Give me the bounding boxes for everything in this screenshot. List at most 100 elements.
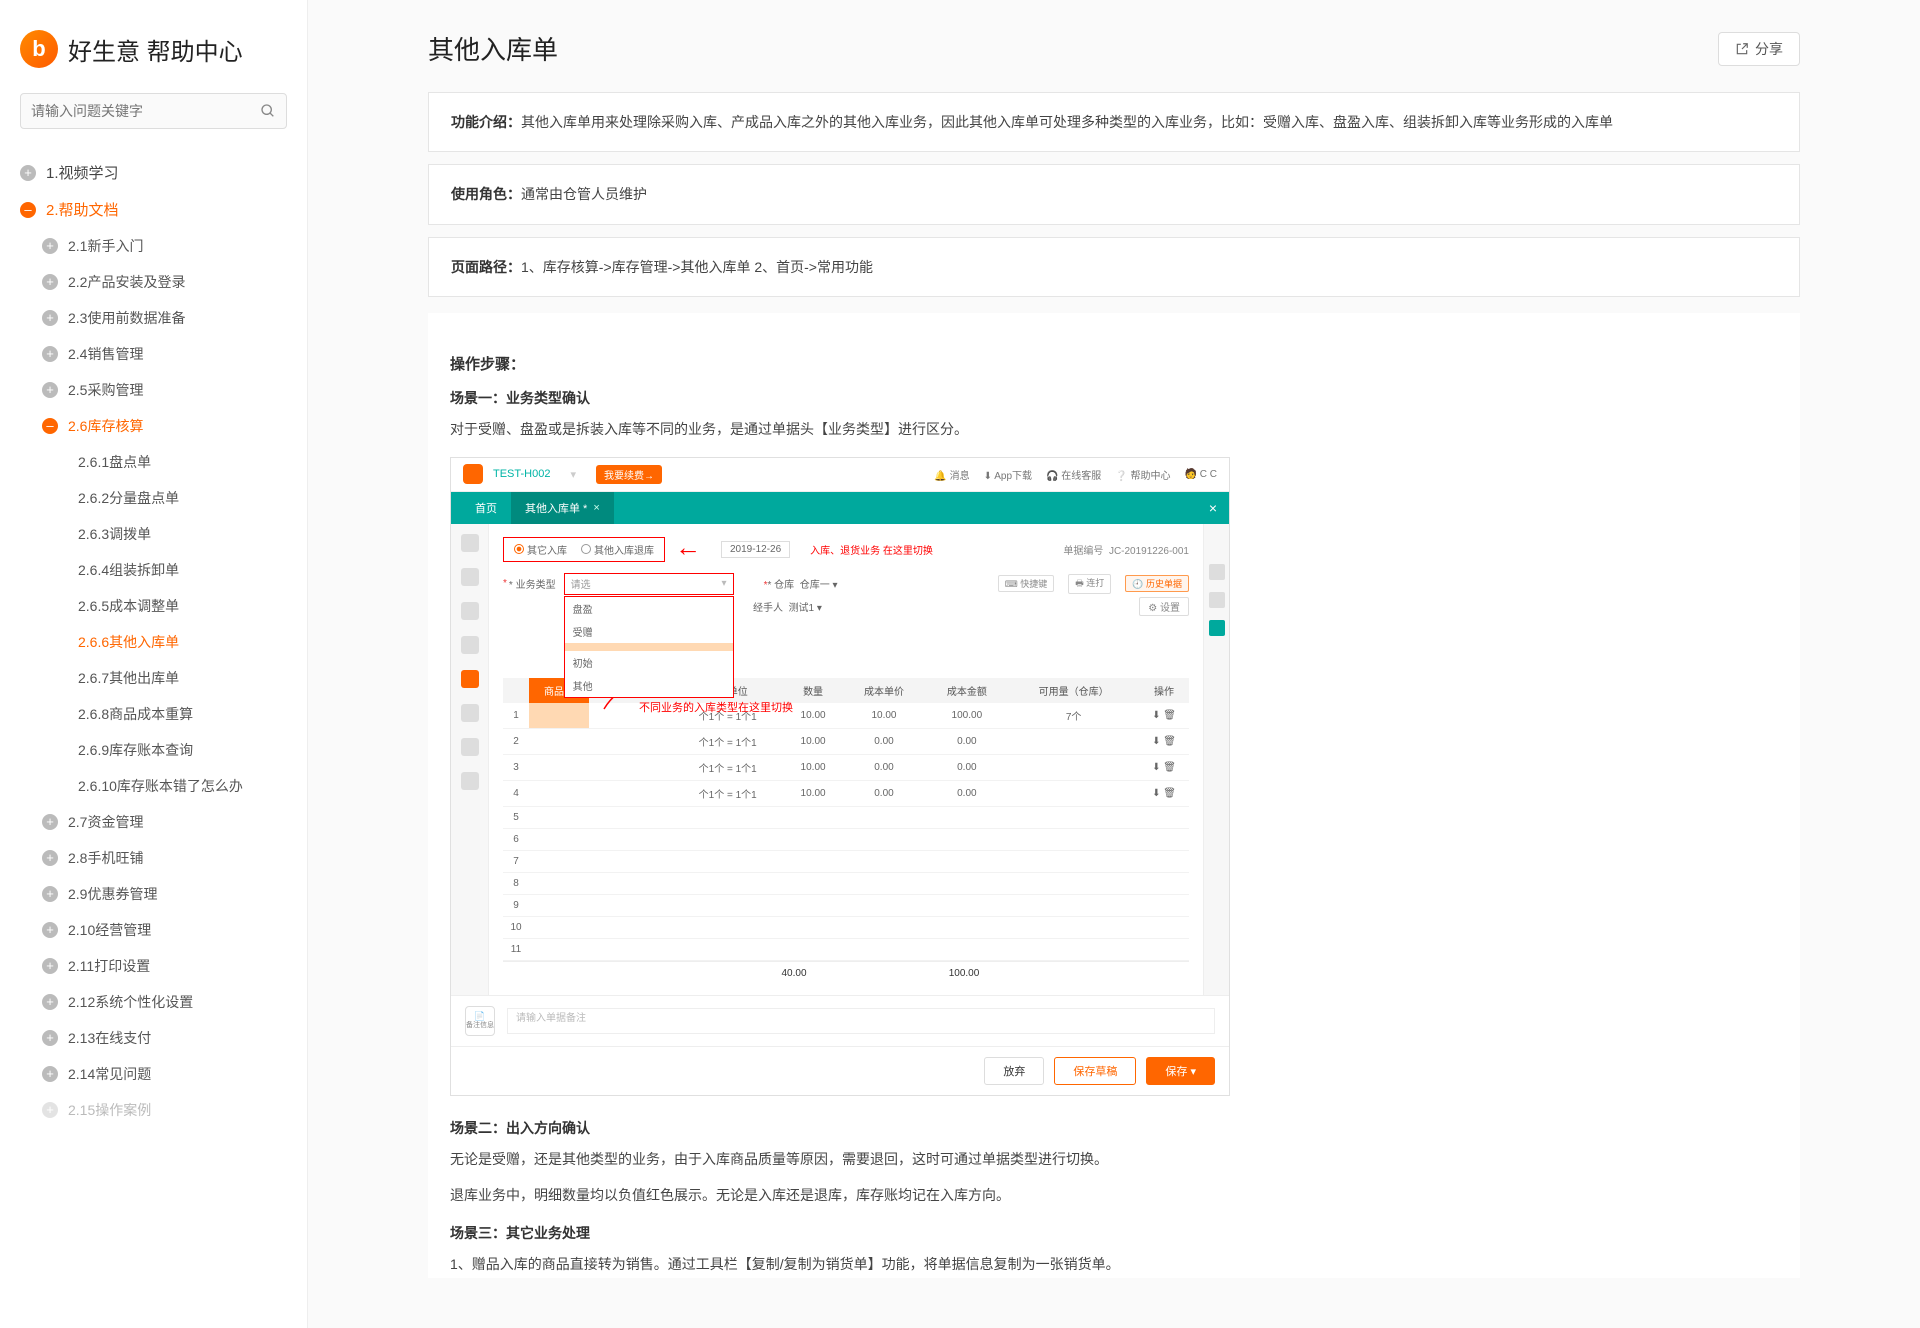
rail-icon bbox=[461, 738, 479, 756]
nav-2-9[interactable]: +2.9优惠券管理 bbox=[20, 876, 287, 912]
renew-pill: 我要续费→ bbox=[596, 465, 662, 484]
share-icon bbox=[1735, 42, 1749, 56]
nav-2-6-4[interactable]: 2.6.4组装拆卸单 bbox=[20, 552, 287, 588]
tab-doc: 其他入库单 *× bbox=[511, 492, 614, 524]
plus-icon: + bbox=[42, 310, 58, 326]
nav-2-6-8[interactable]: 2.6.8商品成本重算 bbox=[20, 696, 287, 732]
rail-icon bbox=[461, 772, 479, 790]
app-logo-icon bbox=[463, 464, 483, 484]
logo: b 好生意 帮助中心 bbox=[20, 30, 287, 68]
top-help: ❔ 帮助中心 bbox=[1115, 467, 1170, 482]
main-content: 其他入库单 分享 功能介绍：其他入库单用来处理除采购入库、产成品入库之外的其他入… bbox=[308, 0, 1920, 1328]
nav-2-4[interactable]: +2.4销售管理 bbox=[20, 336, 287, 372]
anno2-text: 不同业务的入库类型在这里切换 bbox=[639, 699, 793, 715]
plus-icon: + bbox=[42, 346, 58, 362]
plus-icon: + bbox=[42, 994, 58, 1010]
plus-icon: + bbox=[42, 814, 58, 830]
plus-icon: + bbox=[42, 1030, 58, 1046]
remark-input: 请输入单据备注 bbox=[507, 1008, 1215, 1034]
settings-button: ⚙ 设置 bbox=[1139, 597, 1189, 616]
info-path: 页面路径：1、库存核算->库存管理->其他入库单 2、首页->常用功能 bbox=[428, 237, 1800, 297]
info-function: 功能介绍：其他入库单用来处理除采购入库、产成品入库之外的其他入库业务，因此其他入… bbox=[428, 92, 1800, 152]
radio-return: 其他入库退库 bbox=[581, 542, 654, 557]
test-code: TEST-H002 bbox=[493, 468, 550, 480]
left-rail bbox=[451, 524, 489, 995]
share-button[interactable]: 分享 bbox=[1718, 32, 1800, 66]
top-msg: 🔔 消息 bbox=[934, 467, 969, 482]
plus-icon: + bbox=[42, 382, 58, 398]
right-rail bbox=[1203, 524, 1229, 995]
nav-2-6-5[interactable]: 2.6.5成本调整单 bbox=[20, 588, 287, 624]
nav-2-6-7[interactable]: 2.6.7其他出库单 bbox=[20, 660, 287, 696]
nav-2-6-6[interactable]: 2.6.6其他入库单 bbox=[20, 624, 287, 660]
nav-tree: +1.视频学习 –2.帮助文档 +2.1新手入门 +2.2产品安装及登录 +2.… bbox=[20, 154, 287, 1128]
top-download: ⬇ App下载 bbox=[984, 467, 1032, 482]
nav-2-7[interactable]: +2.7资金管理 bbox=[20, 804, 287, 840]
plus-icon: + bbox=[42, 1066, 58, 1082]
nav-2-6-1[interactable]: 2.6.1盘点单 bbox=[20, 444, 287, 480]
plus-icon: + bbox=[42, 274, 58, 290]
nav-2-6-2[interactable]: 2.6.2分量盘点单 bbox=[20, 480, 287, 516]
embedded-screenshot: TEST-H002 ▾ 我要续费→ 🔔 消息 ⬇ App下载 🎧 在线客服 ❔ … bbox=[450, 457, 1230, 1096]
rail-right-icon bbox=[1209, 620, 1225, 636]
plus-icon: + bbox=[42, 1102, 58, 1118]
scene1-desc: 对于受赠、盘盈或是拆装入库等不同的业务，是通过单据头【业务类型】进行区分。 bbox=[450, 416, 1800, 443]
nav-2-3[interactable]: +2.3使用前数据准备 bbox=[20, 300, 287, 336]
rail-icon bbox=[461, 534, 479, 552]
radio-in: 其它入库 bbox=[514, 542, 567, 557]
plus-icon: + bbox=[20, 165, 36, 181]
scene2-p1: 无论是受赠，还是其他类型的业务，由于入库商品质量等原因，需要退回，这时可通过单据… bbox=[450, 1146, 1800, 1173]
nav-2-8[interactable]: +2.8手机旺铺 bbox=[20, 840, 287, 876]
scene2-p2: 退库业务中，明细数量均以负值红色展示。无论是入库还是退库，库存账均记在入库方向。 bbox=[450, 1182, 1800, 1209]
rail-icon bbox=[461, 636, 479, 654]
rail-icon bbox=[461, 602, 479, 620]
scene3-p1: 1、赠品入库的商品直接转为销售。通过工具栏【复制/复制为销货单】功能，将单据信息… bbox=[450, 1251, 1800, 1278]
anno-arrow-icon: ← bbox=[675, 532, 701, 563]
page-title: 其他入库单 bbox=[428, 30, 558, 67]
nav-2-6-3[interactable]: 2.6.3调拨单 bbox=[20, 516, 287, 552]
nav-2-11[interactable]: +2.11打印设置 bbox=[20, 948, 287, 984]
btn-save: 保存 ▾ bbox=[1146, 1057, 1215, 1085]
info-role: 使用角色：通常由仓管人员维护 bbox=[428, 164, 1800, 224]
nav-2-15[interactable]: +2.15操作案例 bbox=[20, 1092, 287, 1128]
biztype-options: 盘盈 受赠 初始 其他 bbox=[564, 596, 734, 698]
rail-icon bbox=[461, 704, 479, 722]
search-box[interactable] bbox=[20, 93, 287, 129]
chip-print: 🖶 连打 bbox=[1068, 574, 1111, 594]
nav-2-14[interactable]: +2.14常见问题 bbox=[20, 1056, 287, 1092]
chip-history: 🕘 历史单据 bbox=[1125, 575, 1189, 592]
nav-2-6[interactable]: –2.6库存核算 bbox=[20, 408, 287, 444]
nav-video-learning[interactable]: +1.视频学习 bbox=[20, 154, 287, 191]
nav-2-5[interactable]: +2.5采购管理 bbox=[20, 372, 287, 408]
anno1-text: 入库、退货业务 在这里切换 bbox=[810, 542, 933, 557]
rail-right-icon bbox=[1209, 564, 1225, 580]
tab-home: 首页 bbox=[461, 492, 511, 524]
plus-icon: + bbox=[42, 850, 58, 866]
steps-heading: 操作步骤： bbox=[450, 353, 1800, 374]
nav-2-2[interactable]: +2.2产品安装及登录 bbox=[20, 264, 287, 300]
search-icon bbox=[260, 103, 276, 119]
rail-right-icon bbox=[1209, 592, 1225, 608]
nav-2-10[interactable]: +2.10经营管理 bbox=[20, 912, 287, 948]
plus-icon: + bbox=[42, 922, 58, 938]
nav-2-12[interactable]: +2.12系统个性化设置 bbox=[20, 984, 287, 1020]
btn-draft: 保存草稿 bbox=[1054, 1057, 1136, 1085]
biztype-dropdown: 请选▾ 盘盈 受赠 初始 其他 bbox=[564, 573, 734, 595]
top-service: 🎧 在线客服 bbox=[1046, 467, 1101, 482]
minus-icon: – bbox=[20, 202, 36, 218]
btn-cancel: 放弃 bbox=[984, 1057, 1044, 1085]
logo-icon: b bbox=[20, 30, 58, 68]
remark-label-icon: 📄备注信息 bbox=[465, 1006, 495, 1036]
plus-icon: + bbox=[42, 238, 58, 254]
search-input[interactable] bbox=[31, 103, 260, 119]
nav-2-6-10[interactable]: 2.6.10库存账本错了怎么办 bbox=[20, 768, 287, 804]
nav-2-13[interactable]: +2.13在线支付 bbox=[20, 1020, 287, 1056]
scene2-title: 场景二：出入方向确认 bbox=[450, 1118, 1800, 1138]
nav-2-1[interactable]: +2.1新手入门 bbox=[20, 228, 287, 264]
direction-radio-group: 其它入库 其他入库退库 bbox=[503, 537, 665, 562]
nav-2-6-9[interactable]: 2.6.9库存账本查询 bbox=[20, 732, 287, 768]
scene1-title: 场景一：业务类型确认 bbox=[450, 388, 1800, 408]
chip-shortcut: ⌨ 快捷键 bbox=[998, 575, 1055, 592]
nav-help-docs[interactable]: –2.帮助文档 bbox=[20, 191, 287, 228]
rail-icon-active bbox=[461, 670, 479, 688]
